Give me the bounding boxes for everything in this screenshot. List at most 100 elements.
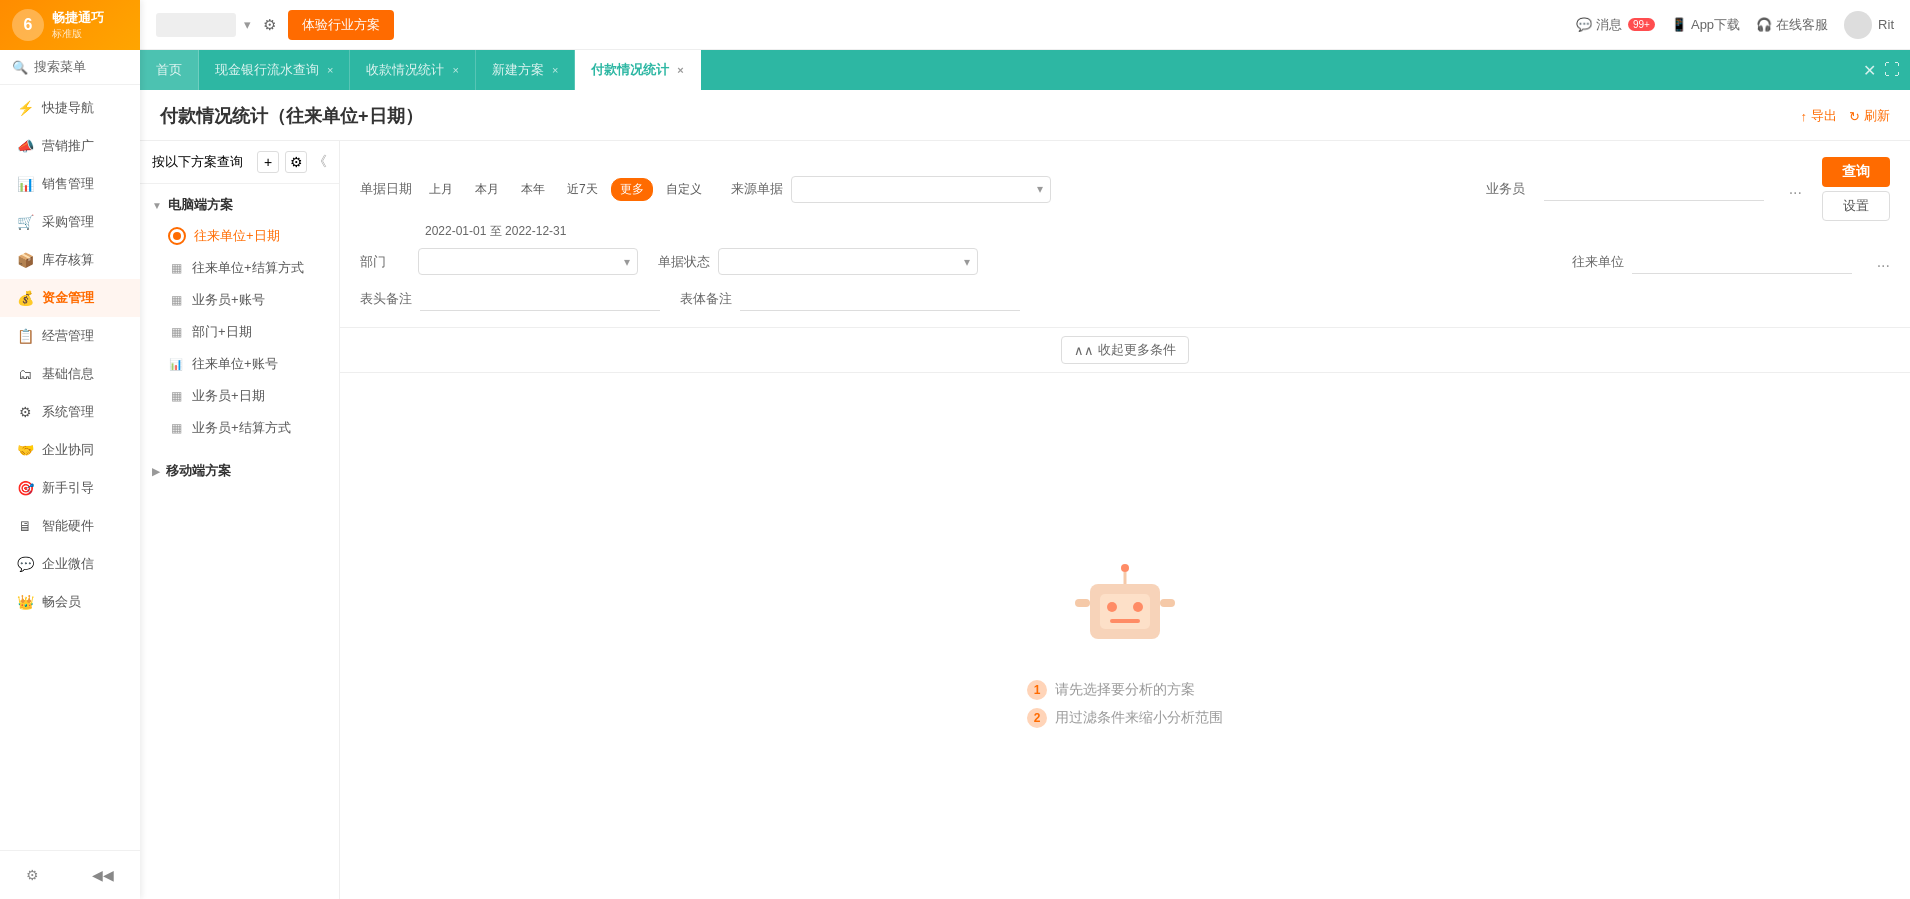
date-opt-last-month[interactable]: 上月 bbox=[420, 178, 462, 201]
scheme-collapse-btn[interactable]: 《 bbox=[313, 153, 327, 171]
scheme-settings-icon[interactable]: ⚙ bbox=[285, 151, 307, 173]
sidebar-item-sales[interactable]: 📊 销售管理 bbox=[0, 165, 140, 203]
body-note-label: 表体备注 bbox=[680, 290, 732, 308]
sidebar-item-sys-mgmt[interactable]: ⚙ 系统管理 bbox=[0, 393, 140, 431]
topbar-gear-icon[interactable]: ⚙ bbox=[263, 16, 276, 34]
topbar: ▾ ⚙ 体验行业方案 💬 消息 99+ 📱 App下载 🎧 在线客服 Rit bbox=[140, 0, 1910, 50]
date-opt-more[interactable]: 更多 bbox=[611, 178, 653, 201]
messages-btn[interactable]: 💬 消息 99+ bbox=[1576, 16, 1655, 34]
search-menu[interactable]: 🔍 搜索菜单 bbox=[0, 50, 140, 85]
date-opt-this-month[interactable]: 本月 bbox=[466, 178, 508, 201]
sys-mgmt-icon: ⚙ bbox=[16, 403, 34, 421]
scheme-pc-header[interactable]: ▼ 电脑端方案 bbox=[140, 190, 339, 220]
salesman-label: 业务员 bbox=[1486, 180, 1536, 198]
trial-btn[interactable]: 体验行业方案 bbox=[288, 10, 394, 40]
scheme-item-salesman-account[interactable]: ▦ 业务员+账号 bbox=[140, 284, 339, 316]
hint-text-2: 用过滤条件来缩小分析范围 bbox=[1055, 709, 1223, 727]
tab-home[interactable]: 首页 bbox=[140, 50, 199, 90]
query-btn[interactable]: 查询 bbox=[1822, 157, 1890, 187]
tab-new-scheme[interactable]: 新建方案 × bbox=[476, 50, 575, 90]
tab-payment-stats-close[interactable]: × bbox=[677, 64, 683, 76]
sidebar-item-purchase[interactable]: 🛒 采购管理 bbox=[0, 203, 140, 241]
scheme-item-partner-date[interactable]: 往来单位+日期 bbox=[140, 220, 339, 252]
sidebar-item-member[interactable]: 👑 畅会员 bbox=[0, 583, 140, 621]
refresh-btn[interactable]: ↻ 刷新 bbox=[1849, 107, 1890, 125]
scheme-item-salesman-payment[interactable]: ▦ 业务员+结算方式 bbox=[140, 412, 339, 444]
date-opt-custom[interactable]: 自定义 bbox=[657, 178, 711, 201]
salesman-ellipsis[interactable]: ... bbox=[1772, 180, 1802, 198]
salesman-account-label: 业务员+账号 bbox=[192, 291, 265, 309]
body-note-input[interactable] bbox=[740, 287, 1020, 311]
export-icon: ↑ bbox=[1801, 109, 1808, 124]
sidebar-item-label: 企业微信 bbox=[42, 555, 94, 573]
scheme-item-partner-account[interactable]: 📊 往来单位+账号 bbox=[140, 348, 339, 380]
scheme-add-icon[interactable]: + bbox=[257, 151, 279, 173]
tab-cash-flow[interactable]: 现金银行流水查询 × bbox=[199, 50, 350, 90]
collapse-btn-label: 收起更多条件 bbox=[1098, 341, 1176, 359]
sidebar-settings-btn[interactable]: ⚙ bbox=[14, 859, 51, 891]
pc-section-arrow: ▼ bbox=[152, 200, 162, 211]
page-content: 付款情况统计（往来单位+日期） ↑ 导出 ↻ 刷新 按以下方案查询 + bbox=[140, 90, 1910, 899]
message-icon: 💬 bbox=[1576, 17, 1592, 32]
dept-select[interactable] bbox=[418, 248, 638, 275]
source-doc-select[interactable] bbox=[791, 176, 1051, 203]
collapse-more-btn[interactable]: ∧∧ 收起更多条件 bbox=[1061, 336, 1189, 364]
logo-subtitle: 标准版 bbox=[52, 27, 104, 41]
messages-label: 消息 bbox=[1596, 16, 1622, 34]
online-service-btn[interactable]: 🎧 在线客服 bbox=[1756, 16, 1828, 34]
sidebar-item-finance[interactable]: 💰 资金管理 bbox=[0, 279, 140, 317]
tabbar-close-btn[interactable]: ✕ bbox=[1863, 61, 1876, 80]
scheme-item-salesman-date[interactable]: ▦ 业务员+日期 bbox=[140, 380, 339, 412]
sidebar-item-enterprise[interactable]: 🤝 企业协同 bbox=[0, 431, 140, 469]
date-opt-7days[interactable]: 近7天 bbox=[558, 178, 607, 201]
scheme-mobile-header[interactable]: ▶ 移动端方案 bbox=[140, 456, 339, 486]
sidebar-item-base-info[interactable]: 🗂 基础信息 bbox=[0, 355, 140, 393]
svg-point-6 bbox=[1121, 564, 1129, 572]
settings-btn[interactable]: 设置 bbox=[1822, 191, 1890, 221]
header-note-input[interactable] bbox=[420, 287, 660, 311]
tab-new-scheme-close[interactable]: × bbox=[552, 64, 558, 76]
sidebar-item-label: 经营管理 bbox=[42, 327, 94, 345]
salesman-input[interactable] bbox=[1544, 177, 1764, 201]
sidebar-item-guide[interactable]: 🎯 新手引导 bbox=[0, 469, 140, 507]
salesman-date-label: 业务员+日期 bbox=[192, 387, 265, 405]
sidebar-item-smart-hw[interactable]: 🖥 智能硬件 bbox=[0, 507, 140, 545]
partner-input[interactable] bbox=[1632, 250, 1852, 274]
sidebar-item-inventory[interactable]: 📦 库存核算 bbox=[0, 241, 140, 279]
topbar-dropdown-arrow[interactable]: ▾ bbox=[244, 17, 251, 32]
sidebar-item-enterprise-wechat[interactable]: 💬 企业微信 bbox=[0, 545, 140, 583]
logo-text-group: 畅捷通巧 标准版 bbox=[52, 9, 104, 41]
doc-status-select[interactable] bbox=[718, 248, 978, 275]
tab-payment-stats[interactable]: 付款情况统计 × bbox=[575, 50, 700, 90]
user-menu[interactable]: Rit bbox=[1844, 11, 1894, 39]
page-header: 付款情况统计（往来单位+日期） ↑ 导出 ↻ 刷新 bbox=[140, 90, 1910, 141]
tab-collection-stats[interactable]: 收款情况统计 × bbox=[350, 50, 475, 90]
source-doc-item: 来源单据 bbox=[731, 176, 1466, 203]
dept-label: 部门 bbox=[360, 253, 410, 271]
app-download-btn[interactable]: 📱 App下载 bbox=[1671, 16, 1740, 34]
sidebar-item-label: 新手引导 bbox=[42, 479, 94, 497]
tab-collection-stats-close[interactable]: × bbox=[452, 64, 458, 76]
tab-cash-flow-close[interactable]: × bbox=[327, 64, 333, 76]
enterprise-wechat-icon: 💬 bbox=[16, 555, 34, 573]
sidebar-item-marketing[interactable]: 📣 营销推广 bbox=[0, 127, 140, 165]
scheme-item-partner-payment[interactable]: ▦ 往来单位+结算方式 bbox=[140, 252, 339, 284]
page-header-actions: ↑ 导出 ↻ 刷新 bbox=[1801, 107, 1891, 125]
tabbar-btns: ✕ ⛶ bbox=[1853, 50, 1910, 90]
export-btn[interactable]: ↑ 导出 bbox=[1801, 107, 1838, 125]
sidebar-item-label: 基础信息 bbox=[42, 365, 94, 383]
sidebar-item-label: 营销推广 bbox=[42, 137, 94, 155]
mobile-section-label: 移动端方案 bbox=[166, 462, 231, 480]
tabbar: 首页 现金银行流水查询 × 收款情况统计 × 新建方案 × 付款情况统计 × ✕… bbox=[140, 50, 1910, 90]
partner-ellipsis[interactable]: ... bbox=[1860, 253, 1890, 271]
scheme-item-dept-date[interactable]: ▦ 部门+日期 bbox=[140, 316, 339, 348]
sidebar-collapse-btn[interactable]: ◀◀ bbox=[80, 859, 126, 891]
salesman-account-icon: ▦ bbox=[168, 292, 184, 308]
sidebar-item-operations[interactable]: 📋 经营管理 bbox=[0, 317, 140, 355]
date-options: 上月 本月 本年 近7天 更多 自定义 bbox=[420, 178, 711, 201]
sidebar-item-quick-nav[interactable]: ⚡ 快捷导航 bbox=[0, 89, 140, 127]
tabbar-expand-btn[interactable]: ⛶ bbox=[1884, 61, 1900, 79]
content-area: 按以下方案查询 + ⚙ 《 ▼ 电脑端方案 bbox=[140, 141, 1910, 899]
date-opt-this-year[interactable]: 本年 bbox=[512, 178, 554, 201]
partner-account-icon: 📊 bbox=[168, 356, 184, 372]
